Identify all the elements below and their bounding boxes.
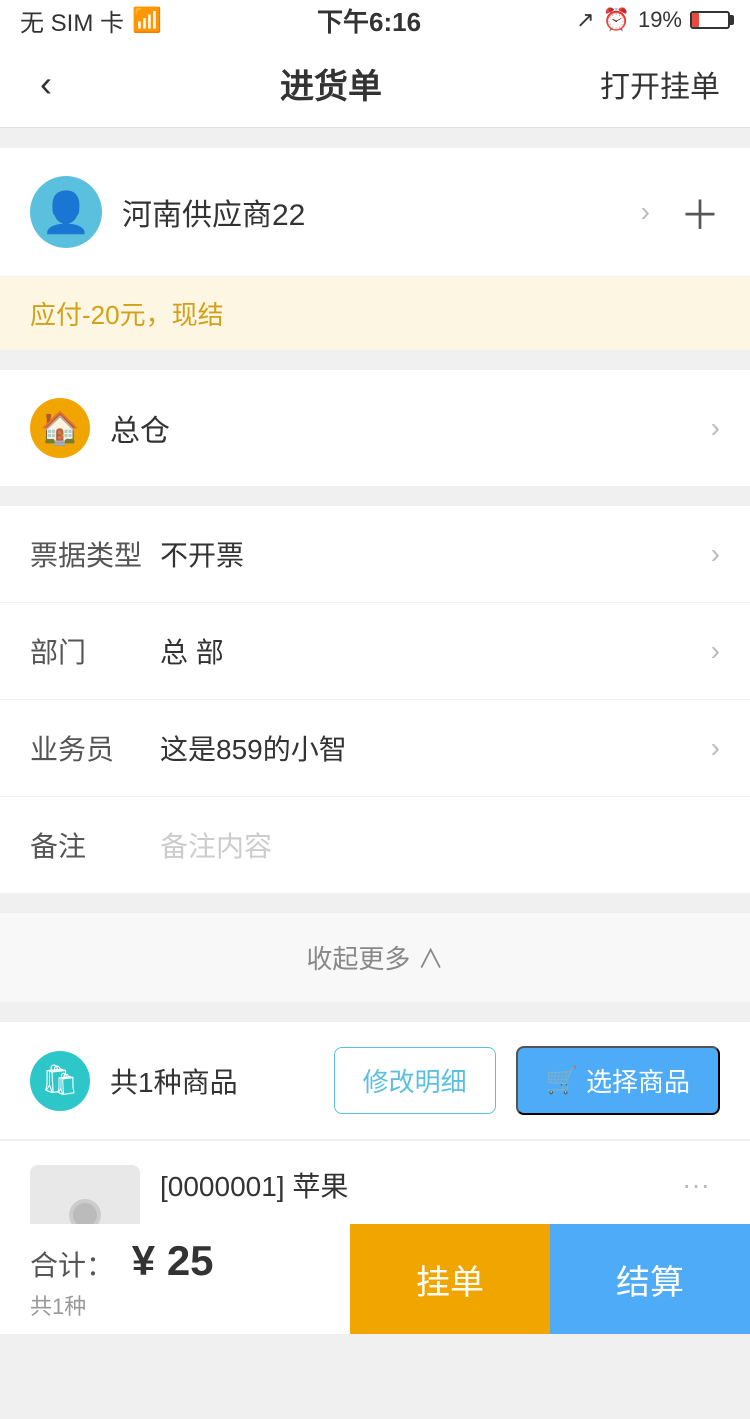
- select-icon: 🛒: [546, 1065, 578, 1096]
- page-title: 进货单: [280, 59, 382, 108]
- invoice-type-value: 不开票: [160, 534, 711, 574]
- invoice-type-chevron-icon: ›: [711, 538, 720, 570]
- total-sub: 共1种: [30, 1289, 320, 1321]
- location-icon: ↗: [576, 7, 594, 33]
- status-bar: 无 SIM 卡 📶 下午6:16 ↗ ⏰ 19%: [0, 0, 750, 40]
- remark-value[interactable]: 备注内容: [160, 825, 720, 865]
- battery-indicator: [690, 11, 730, 29]
- warehouse-chevron-icon: ›: [711, 412, 720, 444]
- product-name: [0000001] 苹果: [160, 1165, 652, 1205]
- salesman-label: 业务员: [30, 728, 160, 768]
- invoice-type-row[interactable]: 票据类型 不开票 ›: [0, 506, 750, 603]
- open-pending-button[interactable]: 打开挂单: [600, 62, 720, 106]
- department-label: 部门: [30, 631, 160, 671]
- supplier-row: 👤 河南供应商22 › ＋: [0, 148, 750, 277]
- salesman-value: 这是859的小智: [160, 728, 711, 768]
- collapse-row[interactable]: 收起更多 ∧: [0, 913, 750, 1002]
- back-button[interactable]: ‹: [30, 53, 62, 115]
- nav-bar: ‹ 进货单 打开挂单: [0, 40, 750, 128]
- product-fruit: 苹果: [292, 1171, 348, 1202]
- invoice-type-label: 票据类型: [30, 534, 160, 574]
- department-chevron-icon: ›: [711, 635, 720, 667]
- alarm-icon: ⏰: [603, 7, 630, 33]
- warehouse-row[interactable]: 🏠 总仓 ›: [0, 370, 750, 486]
- department-value: 总 部: [160, 631, 711, 671]
- form-section: 票据类型 不开票 › 部门 总 部 › 业务员 这是859的小智 › 备注 备注…: [0, 506, 750, 893]
- supplier-name: 河南供应商22: [122, 190, 641, 234]
- supplier-chevron-icon[interactable]: ›: [641, 196, 650, 228]
- supplier-section: 👤 河南供应商22 › ＋ 应付-20元，现结: [0, 148, 750, 350]
- select-label: 选择商品: [586, 1062, 690, 1099]
- product-icon: 🛍: [30, 1051, 90, 1111]
- remark-row[interactable]: 备注 备注内容: [0, 797, 750, 893]
- status-right: ↗ ⏰ 19%: [576, 7, 730, 33]
- product-count: 共1种商品: [110, 1061, 314, 1101]
- select-product-button[interactable]: 🛒 选择商品: [516, 1046, 720, 1115]
- modify-detail-button[interactable]: 修改明细: [334, 1047, 496, 1114]
- total-label: 合计：: [30, 1250, 114, 1281]
- salesman-chevron-icon: ›: [711, 732, 720, 764]
- product-header: 🛍 共1种商品 修改明细 🛒 选择商品: [0, 1022, 750, 1139]
- pend-button[interactable]: 挂单: [350, 1224, 550, 1334]
- total-amount: ¥ 25: [132, 1237, 214, 1284]
- battery-percent: 19%: [638, 7, 682, 33]
- product-more-button[interactable]: ···: [672, 1165, 720, 1205]
- add-button[interactable]: ＋: [680, 183, 720, 241]
- remark-label: 备注: [30, 825, 160, 865]
- carrier-text: 无 SIM 卡: [20, 3, 124, 38]
- warehouse-name: 总仓: [110, 406, 711, 450]
- product-code: [0000001]: [160, 1171, 285, 1202]
- footer-total: 合计： ¥ 25 共1种: [0, 1237, 350, 1321]
- checkout-button[interactable]: 结算: [550, 1224, 750, 1334]
- status-time: 下午6:16: [317, 2, 421, 39]
- warehouse-section: 🏠 总仓 ›: [0, 370, 750, 486]
- warehouse-icon: 🏠: [30, 398, 90, 458]
- supplier-avatar: 👤: [30, 176, 102, 248]
- avatar-icon: 👤: [41, 189, 91, 236]
- status-left: 无 SIM 卡 📶: [20, 3, 162, 38]
- footer-bar: 合计： ¥ 25 共1种 挂单 结算: [0, 1224, 750, 1334]
- gap1: [0, 128, 750, 148]
- department-row[interactable]: 部门 总 部 ›: [0, 603, 750, 700]
- payment-notice: 应付-20元，现结: [0, 277, 750, 350]
- wifi-icon: 📶: [132, 6, 162, 35]
- salesman-row[interactable]: 业务员 这是859的小智 ›: [0, 700, 750, 797]
